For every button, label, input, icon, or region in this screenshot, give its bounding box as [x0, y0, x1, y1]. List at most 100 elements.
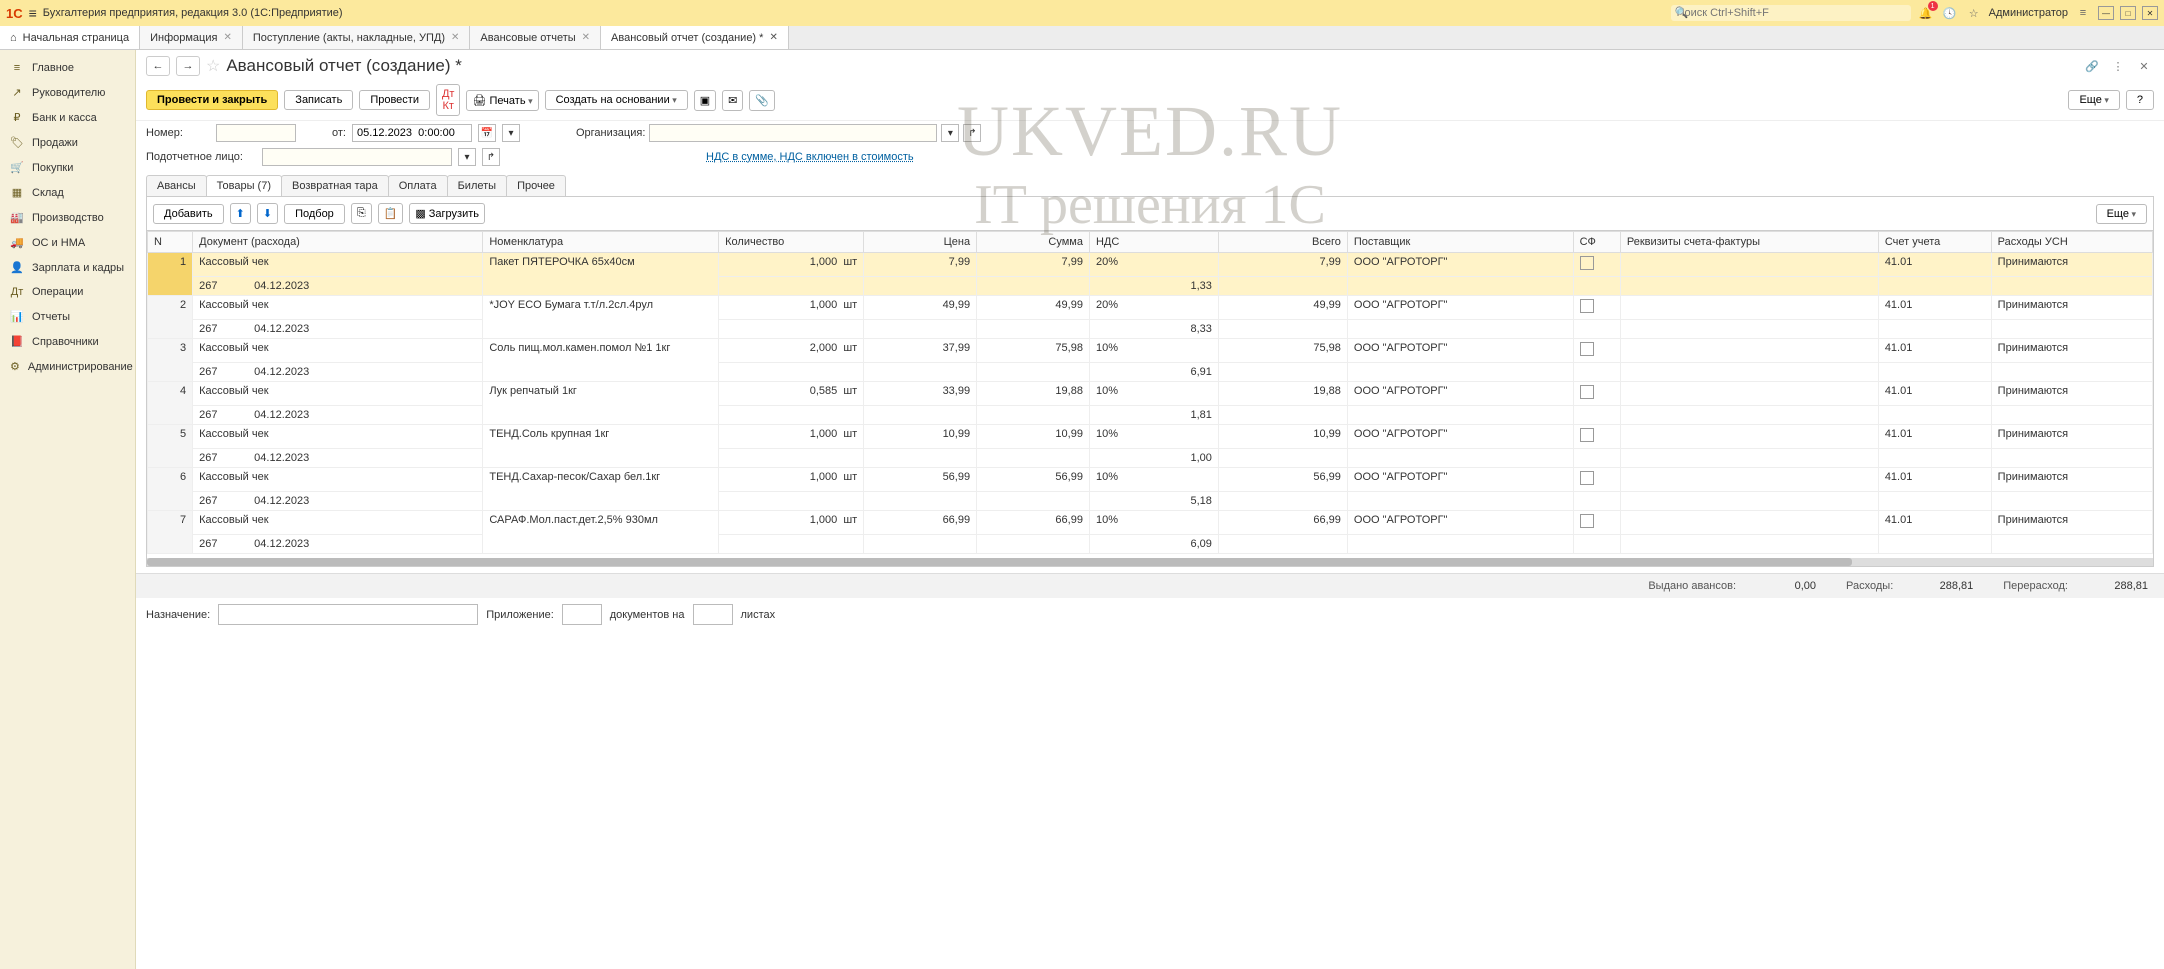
cell-account[interactable]: 41.01	[1878, 468, 1991, 492]
checkbox-icon[interactable]	[1580, 299, 1594, 313]
star-icon[interactable]: ☆	[1965, 4, 1983, 22]
email-button[interactable]: ✉	[722, 90, 743, 111]
pick-button[interactable]: Подбор	[284, 204, 345, 224]
cell-usn[interactable]: Принимаются	[1991, 511, 2152, 535]
cell-doc[interactable]: Кассовый чек	[193, 511, 483, 535]
table-row[interactable]: 2Кассовый чек*JOY ECO Бумага т.т/л.2сл.4…	[148, 296, 2153, 320]
cell-qty[interactable]: 1,000 шт	[719, 296, 864, 320]
subtab-return-tare[interactable]: Возвратная тара	[281, 175, 389, 196]
cell-total[interactable]: 75,98	[1218, 339, 1347, 363]
sidebar-item[interactable]: 🚚ОС и НМА	[0, 230, 135, 255]
org-select-icon[interactable]: ▾	[941, 124, 959, 142]
cell-nds[interactable]: 20%	[1089, 253, 1218, 277]
horizontal-scrollbar[interactable]	[147, 558, 2153, 566]
sidebar-item[interactable]: 🏭Производство	[0, 205, 135, 230]
col-nds[interactable]: НДС	[1089, 232, 1218, 253]
cell-account[interactable]: 41.01	[1878, 425, 1991, 449]
cheque-button[interactable]: ▣	[694, 90, 716, 111]
cell-sf-req[interactable]	[1620, 511, 1878, 535]
table-row[interactable]: 7Кассовый чекСАРАФ.Мол.паст.дет.2,5% 930…	[148, 511, 2153, 535]
nds-settings-link[interactable]: НДС в сумме, НДС включен в стоимость	[706, 151, 914, 163]
cell-usn[interactable]: Принимаются	[1991, 339, 2152, 363]
cell-nds[interactable]: 10%	[1089, 511, 1218, 535]
cell-price[interactable]: 7,99	[864, 253, 977, 277]
cell-nds-sum[interactable]: 1,33	[1089, 277, 1218, 296]
col-price[interactable]: Цена	[864, 232, 977, 253]
nav-forward-button[interactable]: →	[176, 56, 200, 76]
post-button[interactable]: Провести	[359, 90, 430, 110]
table-row-sub[interactable]: 267 04.12.20236,09	[148, 535, 2153, 554]
subtab-tickets[interactable]: Билеты	[447, 175, 507, 196]
cell-sf[interactable]	[1573, 339, 1620, 363]
org-input[interactable]	[649, 124, 937, 142]
subtab-goods[interactable]: Товары (7)	[206, 175, 282, 196]
sidebar-item[interactable]: 🏷Продажи	[0, 130, 135, 155]
cell-supplier[interactable]: ООО "АГРОТОРГ"	[1347, 425, 1573, 449]
tab[interactable]: Информация✕	[140, 26, 243, 49]
col-n[interactable]: N	[148, 232, 193, 253]
cell-sf[interactable]	[1573, 296, 1620, 320]
cell-supplier[interactable]: ООО "АГРОТОРГ"	[1347, 382, 1573, 406]
cell-nds-sum[interactable]: 1,81	[1089, 406, 1218, 425]
sidebar-item[interactable]: 📊Отчеты	[0, 304, 135, 329]
cell-qty[interactable]: 1,000 шт	[719, 468, 864, 492]
cell-usn[interactable]: Принимаются	[1991, 468, 2152, 492]
person-open-icon[interactable]: ↱	[482, 148, 500, 166]
cell-nds-sum[interactable]: 6,91	[1089, 363, 1218, 382]
cell-sf[interactable]	[1573, 511, 1620, 535]
cell-doc-num[interactable]: 267 04.12.2023	[193, 535, 483, 554]
table-more-button[interactable]: Еще	[2096, 204, 2147, 224]
col-supplier[interactable]: Поставщик	[1347, 232, 1573, 253]
cell-nds[interactable]: 20%	[1089, 296, 1218, 320]
table-row-sub[interactable]: 267 04.12.20231,81	[148, 406, 2153, 425]
cell-total[interactable]: 56,99	[1218, 468, 1347, 492]
cell-sf-req[interactable]	[1620, 382, 1878, 406]
cell-total[interactable]: 66,99	[1218, 511, 1347, 535]
paste-button[interactable]: 📋	[378, 203, 404, 224]
checkbox-icon[interactable]	[1580, 514, 1594, 528]
date-input[interactable]	[352, 124, 472, 142]
sidebar-item[interactable]: 👤Зарплата и кадры	[0, 255, 135, 280]
table-row[interactable]: 3Кассовый чекСоль пищ.мол.камен.помол №1…	[148, 339, 2153, 363]
cell-nomen[interactable]: *JOY ECO Бумага т.т/л.2сл.4рул	[483, 296, 719, 339]
cell-supplier[interactable]: ООО "АГРОТОРГ"	[1347, 468, 1573, 492]
cell-nds-sum[interactable]: 8,33	[1089, 320, 1218, 339]
close-window-button[interactable]: ✕	[2142, 6, 2158, 20]
attach-sheets-input[interactable]	[693, 604, 733, 625]
cell-sf[interactable]	[1573, 468, 1620, 492]
col-nomen[interactable]: Номенклатура	[483, 232, 719, 253]
cell-sf-req[interactable]	[1620, 425, 1878, 449]
col-total[interactable]: Всего	[1218, 232, 1347, 253]
col-qty[interactable]: Количество	[719, 232, 864, 253]
person-input[interactable]	[262, 148, 452, 166]
cell-nds-sum[interactable]: 1,00	[1089, 449, 1218, 468]
checkbox-icon[interactable]	[1580, 428, 1594, 442]
settings-icon[interactable]: ≡	[2074, 4, 2092, 22]
cell-doc-num[interactable]: 267 04.12.2023	[193, 363, 483, 382]
cell-doc[interactable]: Кассовый чек	[193, 382, 483, 406]
checkbox-icon[interactable]	[1580, 342, 1594, 356]
save-button[interactable]: Записать	[284, 90, 353, 110]
cell-supplier[interactable]: ООО "АГРОТОРГ"	[1347, 296, 1573, 320]
cell-nds-sum[interactable]: 5,18	[1089, 492, 1218, 511]
bell-icon[interactable]: 🔔1	[1917, 4, 1935, 22]
table-row[interactable]: 1Кассовый чекПакет ПЯТЕРОЧКА 65х40см1,00…	[148, 253, 2153, 277]
cell-usn[interactable]: Принимаются	[1991, 253, 2152, 277]
subtab-advances[interactable]: Авансы	[146, 175, 207, 196]
number-input[interactable]	[216, 124, 296, 142]
cell-price[interactable]: 10,99	[864, 425, 977, 449]
cell-doc-num[interactable]: 267 04.12.2023	[193, 449, 483, 468]
col-sum[interactable]: Сумма	[977, 232, 1090, 253]
cell-price[interactable]: 37,99	[864, 339, 977, 363]
cell-price[interactable]: 56,99	[864, 468, 977, 492]
cell-account[interactable]: 41.01	[1878, 339, 1991, 363]
calendar-icon[interactable]: 📅	[478, 124, 496, 142]
cell-doc-num[interactable]: 267 04.12.2023	[193, 320, 483, 339]
tab[interactable]: Авансовый отчет (создание) *✕	[601, 26, 789, 49]
col-usn[interactable]: Расходы УСН	[1991, 232, 2152, 253]
cell-qty[interactable]: 1,000 шт	[719, 511, 864, 535]
col-doc[interactable]: Документ (расхода)	[193, 232, 483, 253]
col-sf-req[interactable]: Реквизиты счета-фактуры	[1620, 232, 1878, 253]
cell-nds[interactable]: 10%	[1089, 382, 1218, 406]
cell-nomen[interactable]: Соль пищ.мол.камен.помол №1 1кг	[483, 339, 719, 382]
